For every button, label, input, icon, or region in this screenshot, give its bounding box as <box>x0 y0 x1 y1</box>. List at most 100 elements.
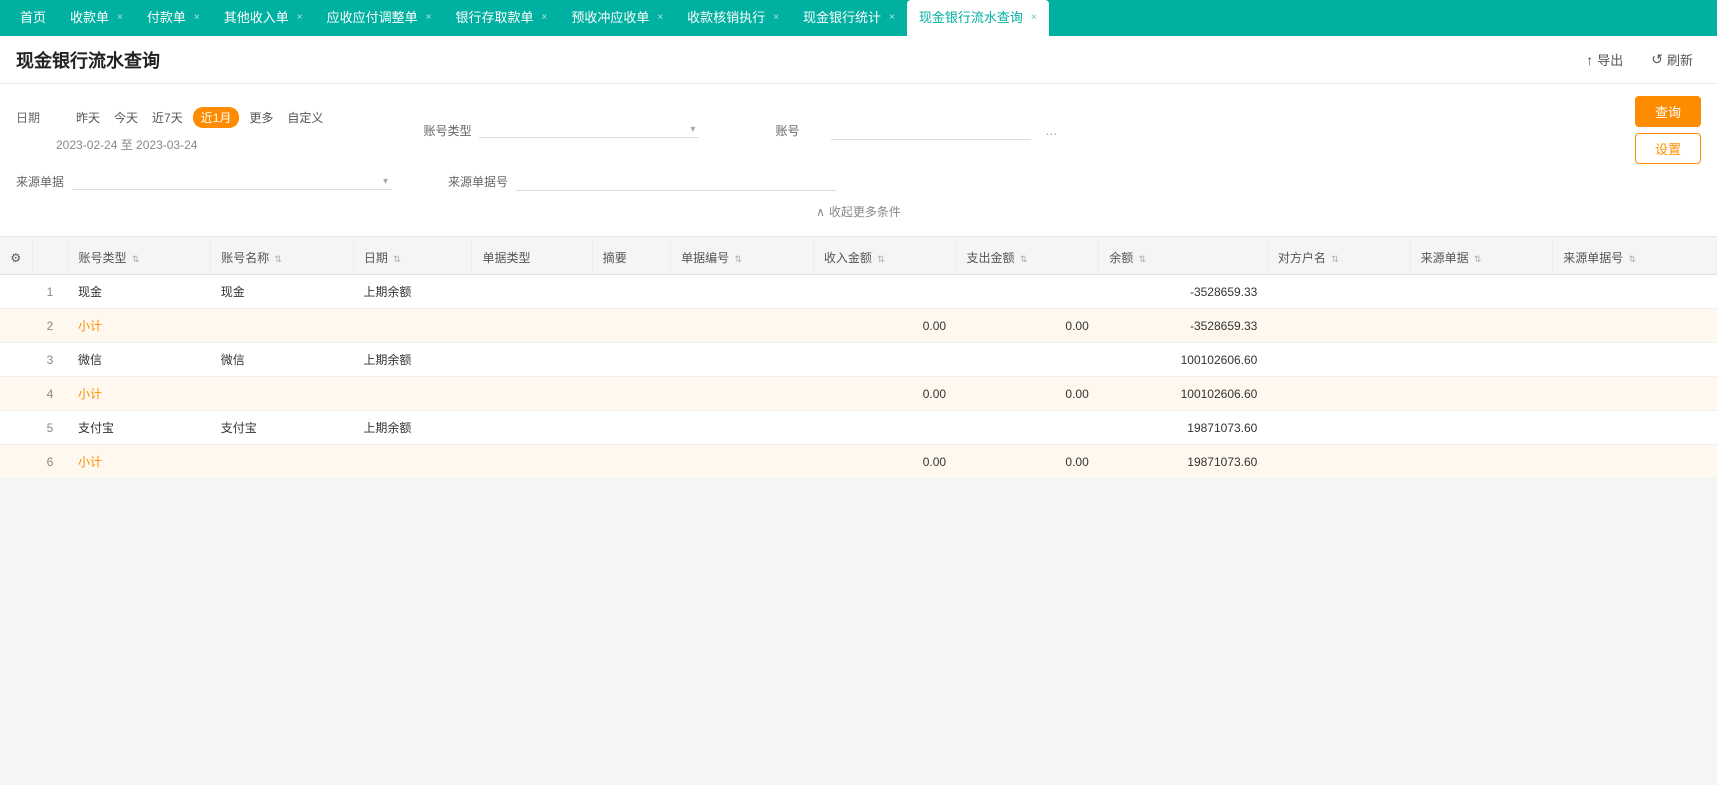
cell-balance: -3528659.33 <box>1099 275 1268 309</box>
close-icon[interactable]: × <box>773 0 779 36</box>
settings-button[interactable]: 设置 <box>1635 133 1701 164</box>
cell-date: 上期余额 <box>353 411 472 445</box>
cell-doc-type <box>472 309 592 343</box>
cell-doc-type <box>472 343 592 377</box>
col-account-type[interactable]: 账号类型 ⇅ <box>68 241 211 275</box>
cell-summary <box>592 377 670 411</box>
cell-row-num: 3 <box>32 343 68 377</box>
nav-tab-cash-bank-flow[interactable]: 现金银行流水查询 × <box>907 0 1049 36</box>
cell-expense <box>956 275 1099 309</box>
account-ellipsis-button[interactable]: ... <box>1039 120 1063 140</box>
source-doc-select[interactable]: ▾ <box>72 174 392 190</box>
cell-expense: 0.00 <box>956 445 1099 479</box>
date-range-display: 2023-02-24 至 2023-03-24 <box>56 138 197 152</box>
cell-account-name <box>211 309 354 343</box>
cell-doc-number <box>671 411 814 445</box>
query-button[interactable]: 查询 <box>1635 96 1701 127</box>
close-icon[interactable]: × <box>117 0 123 36</box>
close-icon[interactable]: × <box>657 0 663 36</box>
chevron-down-icon-2: ▾ <box>383 176 388 187</box>
date-shortcuts: 昨天 今天 近7天 近1月 更多 自定义 <box>72 107 327 128</box>
cell-doc-type <box>472 377 592 411</box>
sort-icon: ⇅ <box>1139 254 1147 264</box>
nav-tab-receipts[interactable]: 收款单 × <box>58 0 135 36</box>
close-icon[interactable]: × <box>194 0 200 36</box>
nav-home[interactable]: 首页 <box>8 0 58 36</box>
collapse-conditions-bar[interactable]: ∧ 收起更多条件 <box>16 199 1701 224</box>
cell-expense: 0.00 <box>956 309 1099 343</box>
col-date[interactable]: 日期 ⇅ <box>353 241 472 275</box>
sort-icon: ⇅ <box>1020 254 1028 264</box>
cell-date <box>353 309 472 343</box>
nav-tab-bank-deposits[interactable]: 银行存取款单 × <box>443 0 559 36</box>
refresh-icon: ↺ <box>1651 51 1663 68</box>
col-account-name[interactable]: 账号名称 ⇅ <box>211 241 354 275</box>
close-icon[interactable]: × <box>1031 0 1037 36</box>
col-counterparty[interactable]: 对方户名 ⇅ <box>1267 241 1410 275</box>
cell-account-name <box>211 445 354 479</box>
cell-summary <box>592 411 670 445</box>
nav-tab-adjustments[interactable]: 应收应付调整单 × <box>315 0 444 36</box>
account-type-select[interactable]: ▾ <box>479 122 699 138</box>
table-row: 3 微信 微信 上期余额 100102606.60 <box>0 343 1717 377</box>
date-today-btn[interactable]: 今天 <box>110 107 142 128</box>
cell-row-num: 6 <box>32 445 68 479</box>
close-icon[interactable]: × <box>297 0 303 36</box>
nav-tab-payments[interactable]: 付款单 × <box>135 0 212 36</box>
cell-counterparty <box>1267 377 1410 411</box>
nav-tab-prepay-offset[interactable]: 预收冲应收单 × <box>559 0 675 36</box>
cell-counterparty <box>1267 309 1410 343</box>
account-input[interactable] <box>831 121 1031 140</box>
cell-doc-type <box>472 445 592 479</box>
col-source-doc[interactable]: 来源单据 ⇅ <box>1410 241 1553 275</box>
col-doc-number[interactable]: 单据编号 ⇅ <box>671 241 814 275</box>
cell-summary <box>592 343 670 377</box>
cell-settings <box>0 445 32 479</box>
col-balance[interactable]: 余额 ⇅ <box>1099 241 1268 275</box>
nav-tab-other-income[interactable]: 其他收入单 × <box>212 0 315 36</box>
date-yesterday-btn[interactable]: 昨天 <box>72 107 104 128</box>
nav-tab-collection-exec[interactable]: 收款核销执行 × <box>675 0 791 36</box>
sort-icon: ⇅ <box>132 254 140 264</box>
date-custom-btn[interactable]: 自定义 <box>283 107 327 128</box>
cell-balance: 100102606.60 <box>1099 343 1268 377</box>
cell-source-doc <box>1410 343 1553 377</box>
cell-account-name <box>211 377 354 411</box>
refresh-button[interactable]: ↺ 刷新 <box>1643 46 1701 73</box>
nav-tab-cash-bank-stats[interactable]: 现金银行统计 × <box>791 0 907 36</box>
cell-doc-number <box>671 377 814 411</box>
cell-balance: -3528659.33 <box>1099 309 1268 343</box>
cell-doc-type <box>472 275 592 309</box>
col-income[interactable]: 收入金额 ⇅ <box>813 241 956 275</box>
cell-row-num: 1 <box>32 275 68 309</box>
table-row: 6 小计 0.00 0.00 19871073.60 <box>0 445 1717 479</box>
chevron-down-icon: ▾ <box>690 124 695 135</box>
table-settings-col[interactable]: ⚙ <box>0 241 32 275</box>
date-label: 日期 <box>16 109 64 126</box>
cell-source-doc-num <box>1553 343 1717 377</box>
close-icon[interactable]: × <box>426 0 432 36</box>
export-button[interactable]: ↑ 导出 <box>1578 46 1631 73</box>
table-body: 1 现金 现金 上期余额 -3528659.33 2 小计 0.00 0.00 … <box>0 275 1717 479</box>
date-7days-btn[interactable]: 近7天 <box>148 107 187 128</box>
cell-source-doc-num <box>1553 377 1717 411</box>
col-source-doc-num[interactable]: 来源单据号 ⇅ <box>1553 241 1717 275</box>
date-more-btn[interactable]: 更多 <box>245 107 277 128</box>
table-row: 1 现金 现金 上期余额 -3528659.33 <box>0 275 1717 309</box>
cell-source-doc <box>1410 411 1553 445</box>
sort-icon: ⇅ <box>1331 254 1339 264</box>
col-expense[interactable]: 支出金额 ⇅ <box>956 241 1099 275</box>
close-icon[interactable]: × <box>889 0 895 36</box>
date-1month-btn[interactable]: 近1月 <box>193 107 240 128</box>
cell-account-type: 现金 <box>68 275 211 309</box>
source-doc-num-input[interactable] <box>516 172 836 191</box>
cell-doc-number <box>671 343 814 377</box>
cell-income: 0.00 <box>813 309 956 343</box>
cell-account-type: 小计 <box>68 309 211 343</box>
cell-settings <box>0 411 32 445</box>
cell-date: 上期余额 <box>353 275 472 309</box>
close-icon[interactable]: × <box>541 0 547 36</box>
cell-counterparty <box>1267 343 1410 377</box>
cell-counterparty <box>1267 275 1410 309</box>
col-doc-type: 单据类型 <box>472 241 592 275</box>
